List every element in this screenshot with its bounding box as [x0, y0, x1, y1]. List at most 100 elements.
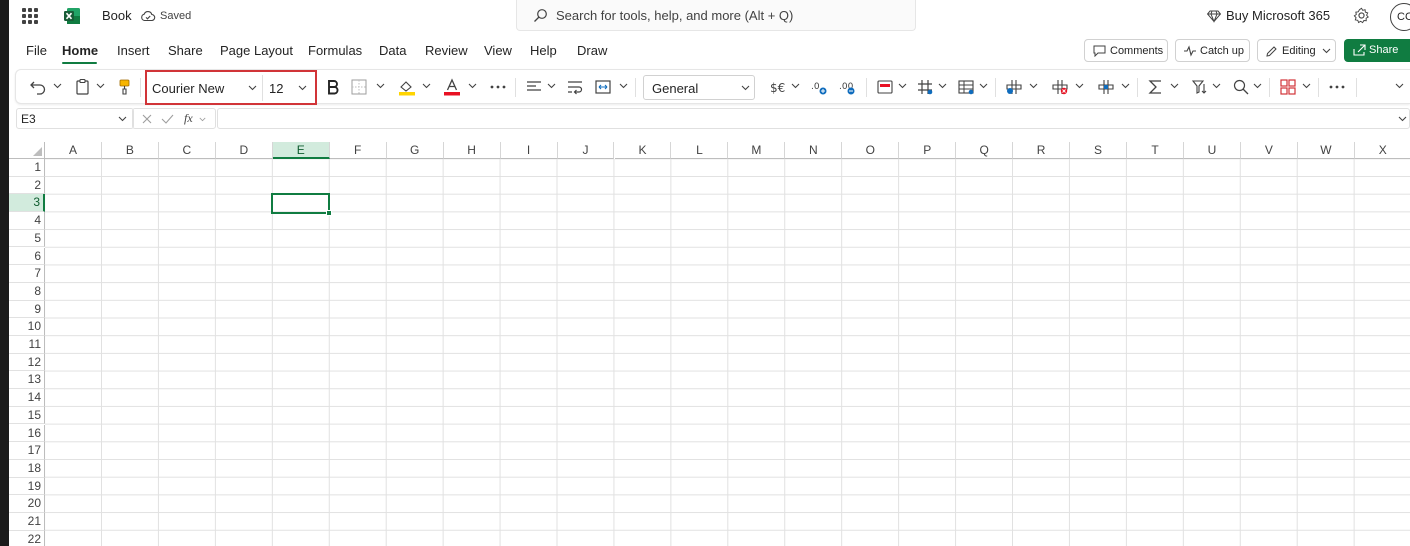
active-cell-e3[interactable]	[271, 193, 332, 216]
decrease-decimal-icon[interactable]: .00	[839, 78, 857, 96]
column-header-g[interactable]: G	[386, 142, 444, 159]
row-header-16[interactable]: 16	[9, 424, 45, 443]
row-header-18[interactable]: 18	[9, 459, 45, 478]
column-header-a[interactable]: A	[45, 142, 102, 159]
row-header-15[interactable]: 15	[9, 406, 45, 425]
app-launcher-icon[interactable]	[22, 8, 38, 24]
number-grid-icon[interactable]	[916, 78, 934, 96]
chevron-down-icon[interactable]	[1029, 83, 1038, 89]
number-format-dropdown[interactable]: General	[643, 75, 755, 100]
column-header-p[interactable]: P	[899, 142, 957, 159]
tab-draw[interactable]: Draw	[577, 43, 607, 58]
clipboard-icon[interactable]	[74, 78, 92, 96]
row-header-19[interactable]: 19	[9, 477, 45, 496]
tab-help[interactable]: Help	[530, 43, 557, 58]
tab-share[interactable]: Share	[168, 43, 203, 58]
currency-format-icon[interactable]: $€	[770, 78, 788, 96]
format-cells-icon[interactable]	[1097, 78, 1115, 96]
catch-up-button[interactable]: Catch up	[1175, 39, 1250, 62]
column-header-r[interactable]: R	[1013, 142, 1071, 159]
row-header-22[interactable]: 22	[9, 530, 45, 546]
format-painter-icon[interactable]	[116, 78, 134, 96]
font-size-dropdown[interactable]: 12	[269, 81, 283, 96]
tab-formulas[interactable]: Formulas	[308, 43, 362, 58]
borders-icon[interactable]	[350, 78, 368, 96]
row-header-2[interactable]: 2	[9, 176, 45, 195]
row-header-10[interactable]: 10	[9, 318, 45, 336]
insert-cells-icon[interactable]	[1005, 78, 1023, 96]
workbook-title[interactable]: Book	[102, 8, 132, 23]
search-box[interactable]: Search for tools, help, and more (Alt + …	[516, 0, 916, 31]
format-as-table-icon[interactable]	[957, 78, 975, 96]
row-header-8[interactable]: 8	[9, 282, 45, 301]
column-header-x[interactable]: X	[1354, 142, 1410, 159]
chevron-down-icon[interactable]	[468, 83, 477, 89]
merge-cells-icon[interactable]	[594, 78, 612, 96]
align-icon[interactable]	[525, 78, 543, 96]
increase-decimal-icon[interactable]: .0	[811, 78, 829, 96]
comments-button[interactable]: Comments	[1084, 39, 1168, 62]
formula-input[interactable]	[217, 108, 1410, 129]
column-header-l[interactable]: L	[671, 142, 729, 159]
chevron-down-icon[interactable]	[1121, 83, 1130, 89]
column-header-o[interactable]: O	[842, 142, 900, 159]
ribbon-expand-chevron-icon[interactable]	[1395, 83, 1404, 89]
chevron-down-icon[interactable]	[898, 83, 907, 89]
font-color-icon[interactable]	[443, 78, 461, 96]
chevron-down-icon[interactable]	[979, 83, 988, 89]
chevron-down-icon[interactable]	[938, 83, 947, 89]
row-header-12[interactable]: 12	[9, 353, 45, 372]
column-header-n[interactable]: N	[785, 142, 843, 159]
tab-insert[interactable]: Insert	[117, 43, 150, 58]
row-header-21[interactable]: 21	[9, 513, 45, 531]
chevron-down-icon[interactable]	[53, 83, 62, 89]
tab-home[interactable]: Home	[62, 43, 98, 58]
avatar[interactable]: CC	[1390, 3, 1410, 31]
column-header-e[interactable]: E	[272, 142, 330, 159]
column-header-m[interactable]: M	[728, 142, 786, 159]
tab-data[interactable]: Data	[379, 43, 406, 58]
more-commands-icon[interactable]	[1328, 78, 1346, 96]
confirm-icon[interactable]	[161, 113, 174, 125]
chevron-down-icon[interactable]	[1302, 83, 1311, 89]
row-header-9[interactable]: 9	[9, 300, 45, 319]
share-button[interactable]: Share	[1344, 39, 1410, 62]
column-header-c[interactable]: C	[158, 142, 216, 159]
undo-icon[interactable]	[29, 78, 47, 96]
tab-page-layout[interactable]: Page Layout	[220, 43, 293, 58]
column-header-b[interactable]: B	[101, 142, 159, 159]
chevron-down-icon[interactable]	[1170, 83, 1179, 89]
tab-file[interactable]: File	[26, 43, 47, 58]
add-ins-icon[interactable]	[1279, 78, 1297, 96]
chevron-down-icon[interactable]	[248, 85, 257, 91]
column-header-k[interactable]: K	[614, 142, 672, 159]
row-header-11[interactable]: 11	[9, 336, 45, 354]
tab-review[interactable]: Review	[425, 43, 468, 58]
fill-handle[interactable]	[326, 210, 332, 216]
chevron-down-icon[interactable]	[96, 83, 105, 89]
column-header-v[interactable]: V	[1240, 142, 1298, 159]
row-header-13[interactable]: 13	[9, 371, 45, 390]
excel-logo-icon[interactable]	[63, 7, 81, 25]
chevron-down-icon[interactable]	[118, 116, 127, 122]
chevron-down-icon[interactable]	[422, 83, 431, 89]
row-header-7[interactable]: 7	[9, 265, 45, 283]
tab-view[interactable]: View	[484, 43, 512, 58]
insert-function-button[interactable]: fx	[184, 111, 193, 126]
cancel-icon[interactable]	[141, 113, 153, 125]
autosum-icon[interactable]	[1147, 78, 1165, 96]
row-header-5[interactable]: 5	[9, 229, 45, 248]
row-header-14[interactable]: 14	[9, 389, 45, 407]
delete-cells-icon[interactable]	[1051, 78, 1069, 96]
column-header-f[interactable]: F	[329, 142, 387, 159]
column-header-s[interactable]: S	[1070, 142, 1128, 159]
column-header-t[interactable]: T	[1127, 142, 1184, 159]
row-header-4[interactable]: 4	[9, 212, 45, 230]
wrap-text-icon[interactable]	[566, 78, 584, 96]
editing-mode-button[interactable]: Editing	[1257, 39, 1336, 62]
find-icon[interactable]	[1232, 78, 1250, 96]
chevron-down-icon[interactable]	[1075, 83, 1084, 89]
chevron-down-icon[interactable]	[199, 117, 206, 122]
cell-area[interactable]	[45, 159, 1410, 546]
column-header-d[interactable]: D	[215, 142, 273, 159]
